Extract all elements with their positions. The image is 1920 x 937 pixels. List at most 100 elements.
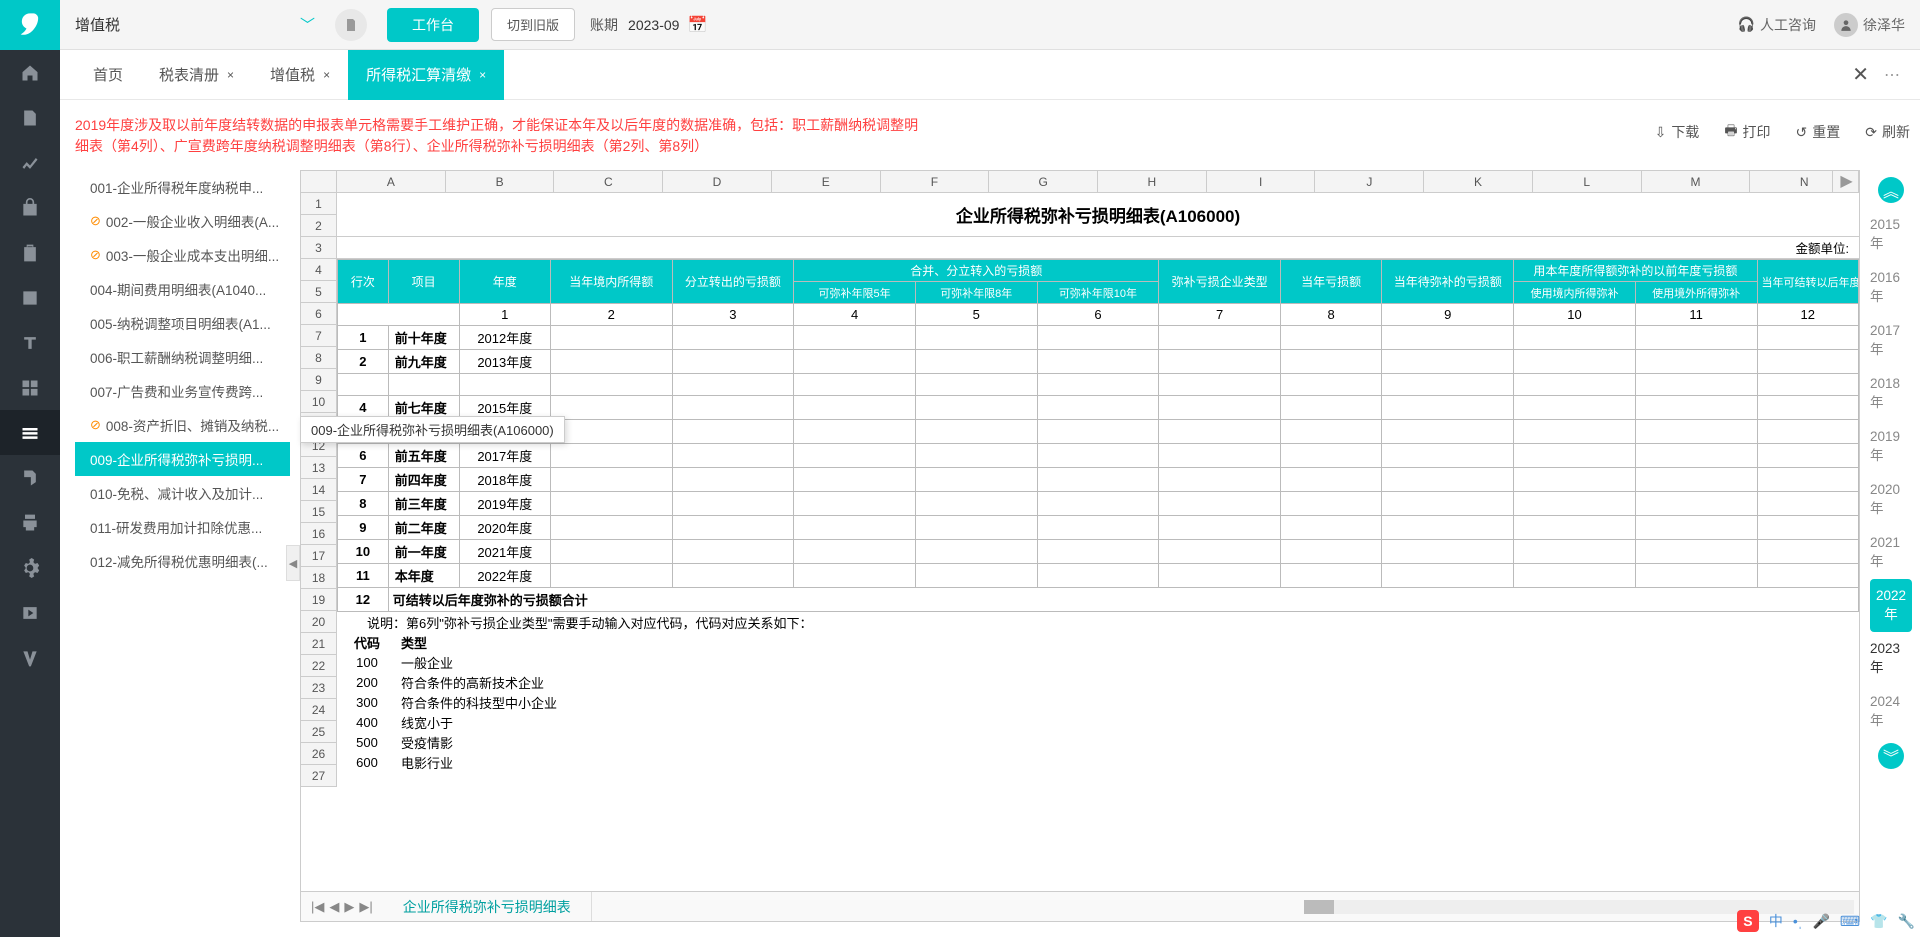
active-sheet-tab[interactable]: 企业所得税弥补亏损明细表 xyxy=(383,892,592,921)
notes-section: 说明：第6列"弥补亏损企业类型"需要手动输入对应代码，代码对应关系如下： 代码类… xyxy=(337,612,1859,772)
sheet-item-7[interactable]: ⊘008-资产折旧、摊销及纳税... xyxy=(75,408,290,442)
ime-logo-icon[interactable]: S xyxy=(1737,910,1759,932)
table-row[interactable]: 10前一年度2021年度 xyxy=(338,540,1859,564)
ime-mic-icon[interactable]: 🎤 xyxy=(1812,913,1829,930)
ime-keyboard-icon[interactable]: ⌨ xyxy=(1840,913,1860,930)
year-2016年[interactable]: 2016年 xyxy=(1870,261,1912,314)
year-scroll-down-button[interactable]: ︾ xyxy=(1878,743,1904,769)
warning-icon: ⊘ xyxy=(90,417,101,433)
nav-grid-icon[interactable] xyxy=(0,365,60,410)
workbench-button[interactable]: 工作台 xyxy=(387,8,479,42)
tab-3[interactable]: 所得税汇算清缴× xyxy=(348,50,504,100)
reset-icon: ↺ xyxy=(1796,124,1808,141)
table-row[interactable]: 11本年度2022年度 xyxy=(338,564,1859,588)
nav-print-icon[interactable] xyxy=(0,500,60,545)
year-2017年[interactable]: 2017年 xyxy=(1870,314,1912,367)
nav-clipboard-icon[interactable] xyxy=(0,230,60,275)
sheet-tab-next-button[interactable]: ▶ xyxy=(344,899,354,915)
sheet-tooltip: 009-企业所得税弥补亏损明细表(A106000) xyxy=(300,416,565,443)
ime-punct-icon[interactable]: •ˌ xyxy=(1793,913,1803,929)
headset-icon: 🎧 xyxy=(1738,16,1755,33)
sheet-item-10[interactable]: 011-研发费用加计扣除优惠... xyxy=(75,510,290,544)
ime-skin-icon[interactable]: 👕 xyxy=(1870,913,1887,930)
table-row[interactable]: 8前三年度2019年度 xyxy=(338,492,1859,516)
year-2020年[interactable]: 2020年 xyxy=(1870,473,1912,526)
user-menu[interactable]: 徐泽华 xyxy=(1834,13,1905,37)
tabs-more-button[interactable]: ⋯ xyxy=(1884,65,1900,85)
sheet-item-0[interactable]: 001-企业所得税年度纳税申... xyxy=(75,170,290,204)
nav-form-icon[interactable] xyxy=(0,275,60,320)
ime-tool-icon[interactable]: 🔧 xyxy=(1898,913,1915,930)
module-dropdown[interactable]: 增值税 ﹀ xyxy=(75,14,315,35)
calendar-icon[interactable]: 📅 xyxy=(687,15,707,35)
nav-chart-icon[interactable] xyxy=(0,140,60,185)
year-2022年[interactable]: 2022年 xyxy=(1870,579,1912,632)
sheet-item-3[interactable]: 004-期间费用明细表(A1040... xyxy=(75,272,290,306)
sheet-item-4[interactable]: 005-纳税调整项目明细表(A1... xyxy=(75,306,290,340)
tab-1[interactable]: 税表清册× xyxy=(141,50,252,100)
year-2019年[interactable]: 2019年 xyxy=(1870,420,1912,473)
collapse-sheet-list-button[interactable]: ◀ xyxy=(286,545,300,581)
left-sidebar xyxy=(0,0,60,937)
tab-close-button[interactable]: × xyxy=(227,68,234,82)
sheet-toolbar: 2019年度涉及取以前年度结转数据的申报表单元格需要手工维护正确，才能保证本年及… xyxy=(75,115,1910,160)
download-button[interactable]: ⇩下载 xyxy=(1655,122,1700,142)
table-row[interactable] xyxy=(338,374,1859,396)
tab-0[interactable]: 首页 xyxy=(75,50,141,100)
top-header: 增值税 ﹀ 工作台 切到旧版 账期 2023-09 📅 🎧人工咨询 徐泽华 xyxy=(60,0,1920,50)
reset-button[interactable]: ↺重置 xyxy=(1796,122,1841,142)
tab-close-button[interactable]: × xyxy=(323,68,330,82)
year-2023年[interactable]: 2023年 xyxy=(1870,632,1912,685)
close-all-tabs-button[interactable]: ✕ xyxy=(1852,62,1869,87)
nav-v-icon[interactable] xyxy=(0,635,60,680)
tab-label: 首页 xyxy=(93,64,123,85)
sheet-item-11[interactable]: 012-减免所得税优惠明细表(... xyxy=(75,544,290,578)
sheet-item-9[interactable]: 010-免税、减计收入及加计... xyxy=(75,476,290,510)
table-row[interactable]: 1前十年度2012年度 xyxy=(338,326,1859,350)
sheet-item-6[interactable]: 007-广告费和业务宣传费跨... xyxy=(75,374,290,408)
year-2024年[interactable]: 2024年 xyxy=(1870,685,1912,738)
nav-text-icon[interactable] xyxy=(0,320,60,365)
ime-bar: S 中 •ˌ 🎤 ⌨ 👕 🔧 xyxy=(1737,910,1915,932)
sheet-tab-first-button[interactable]: |◀ xyxy=(311,899,324,915)
print-button[interactable]: 🖶打印 xyxy=(1724,120,1770,144)
nav-stack-icon[interactable] xyxy=(0,410,60,455)
nav-home-icon[interactable] xyxy=(0,50,60,95)
tab-close-button[interactable]: × xyxy=(479,68,486,82)
sheet-item-8[interactable]: 009-企业所得税弥补亏损明... xyxy=(75,442,290,476)
nav-export-icon[interactable] xyxy=(0,455,60,500)
spreadsheet[interactable]: ABCDEFGHIJKLMN 1234567891011121314151617… xyxy=(300,170,1860,892)
header-doc-button[interactable] xyxy=(335,9,367,41)
row-numbers: 1234567891011121314151617181920212223242… xyxy=(301,193,337,787)
year-2021年[interactable]: 2021年 xyxy=(1870,526,1912,579)
sheet-tab-prev-button[interactable]: ◀ xyxy=(329,899,339,915)
year-scroll-up-button[interactable]: ︽ xyxy=(1878,177,1904,203)
nav-video-icon[interactable] xyxy=(0,590,60,635)
sheet-item-5[interactable]: 006-职工薪酬纳税调整明细... xyxy=(75,340,290,374)
period-value[interactable]: 2023-09 xyxy=(628,17,679,33)
table-row[interactable]: 9前二年度2020年度 xyxy=(338,516,1859,540)
column-headers: ABCDEFGHIJKLMN xyxy=(301,171,1859,193)
consult-button[interactable]: 🎧人工咨询 xyxy=(1738,15,1816,35)
nav-bag-icon[interactable] xyxy=(0,185,60,230)
table-row[interactable]: 5前六年度2016年度 xyxy=(338,420,1859,444)
download-icon: ⇩ xyxy=(1655,124,1667,141)
nav-gear-icon[interactable] xyxy=(0,545,60,590)
table-row[interactable]: 7前四年度2018年度 xyxy=(338,468,1859,492)
refresh-button[interactable]: ⟳刷新 xyxy=(1865,122,1910,142)
sheet-item-1[interactable]: ⊘002-一般企业收入明细表(A... xyxy=(75,204,290,238)
table-row[interactable]: 6前五年度2017年度 xyxy=(338,444,1859,468)
app-logo[interactable] xyxy=(0,0,60,50)
expand-sheet-button[interactable]: ▶ xyxy=(1832,170,1860,192)
sheet-item-2[interactable]: ⊘003-一般企业成本支出明细... xyxy=(75,238,290,272)
ime-lang-button[interactable]: 中 xyxy=(1769,911,1783,931)
nav-doc-icon[interactable] xyxy=(0,95,60,140)
table-row[interactable]: 2前九年度2013年度 xyxy=(338,350,1859,374)
tab-2[interactable]: 增值税× xyxy=(252,50,348,100)
year-2018年[interactable]: 2018年 xyxy=(1870,367,1912,420)
year-2015年[interactable]: 2015年 xyxy=(1870,208,1912,261)
sheet-tab-last-button[interactable]: ▶| xyxy=(359,899,372,915)
switch-old-version-button[interactable]: 切到旧版 xyxy=(491,8,575,41)
table-row[interactable]: 12可结转以后年度弥补的亏损额合计 xyxy=(338,588,1859,612)
table-row[interactable]: 4前七年度2015年度 xyxy=(338,396,1859,420)
